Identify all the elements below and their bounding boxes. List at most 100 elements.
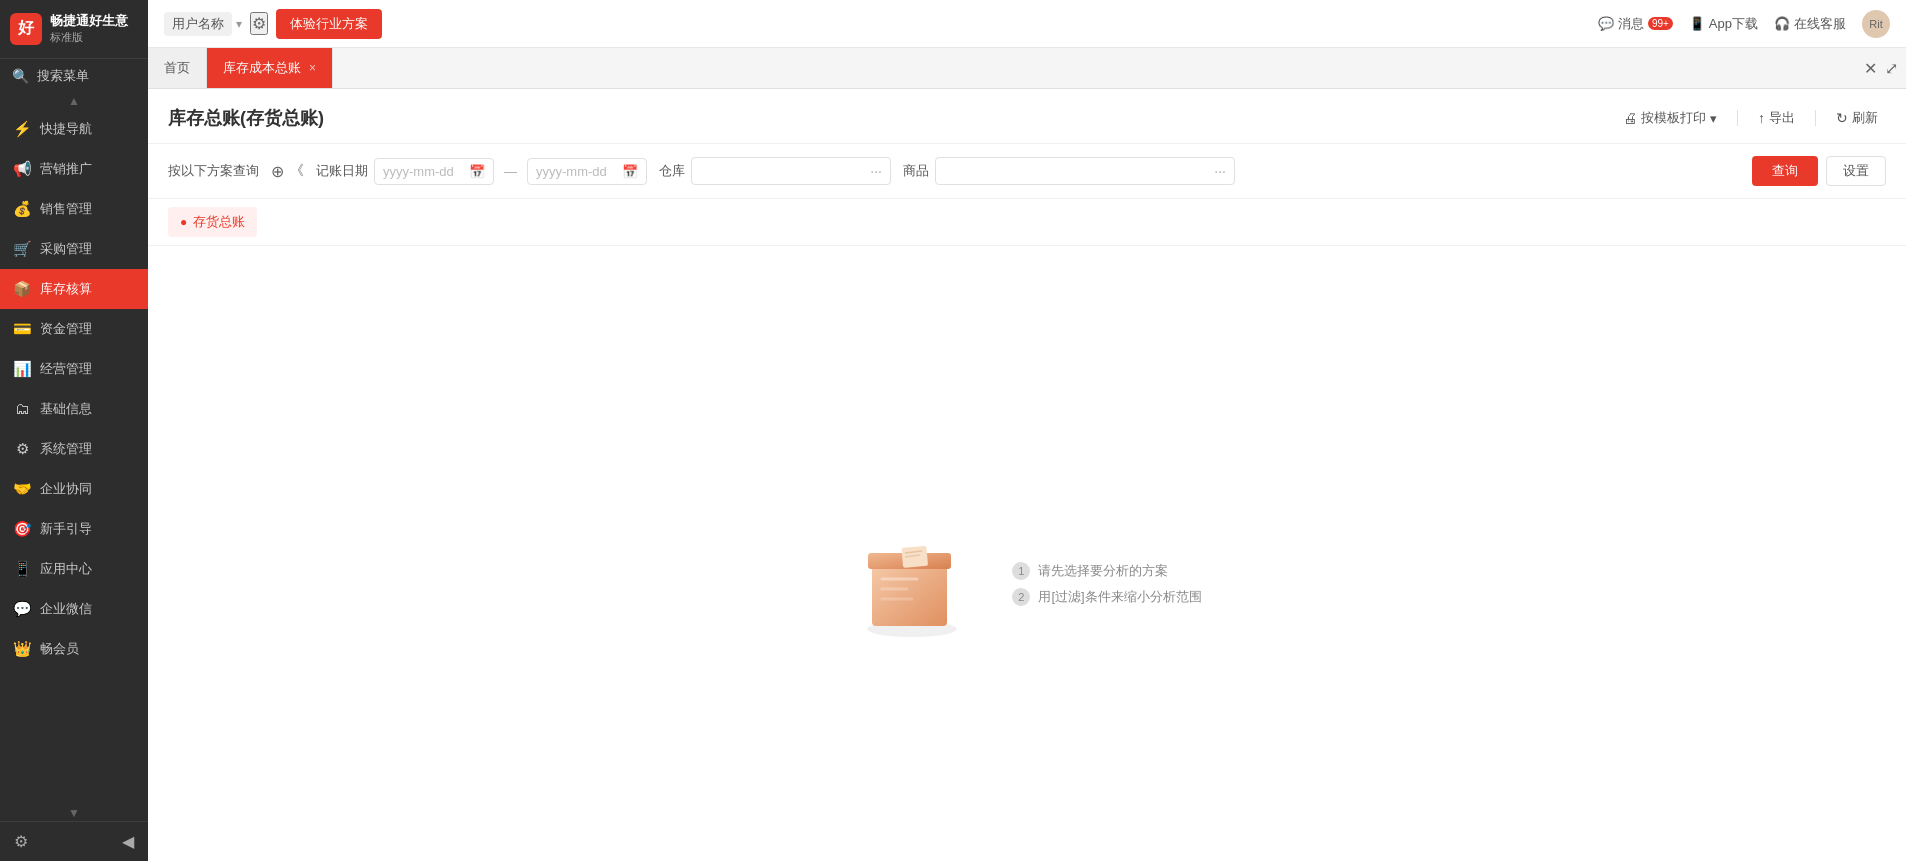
tip-text-2: 用[过滤]条件来缩小分析范围 bbox=[1038, 588, 1201, 606]
sidebar-item-label: 资金管理 bbox=[40, 320, 92, 338]
sidebar-item-label: 新手引导 bbox=[40, 520, 92, 538]
main-area: 用户名称 ▾ ⚙ 体验行业方案 💬 消息 99+ 📱 App下载 🎧 在线客服 … bbox=[148, 0, 1906, 861]
divider bbox=[1737, 110, 1738, 126]
member-icon: 👑 bbox=[12, 640, 32, 658]
svg-rect-1 bbox=[872, 564, 947, 626]
date-field-label: 记账日期 bbox=[316, 162, 368, 180]
export-icon: ↑ bbox=[1758, 110, 1765, 126]
purchase-icon: 🛒 bbox=[12, 240, 32, 258]
print-button[interactable]: 🖨 按模板打印 ▾ bbox=[1615, 105, 1725, 131]
system-icon: ⚙ bbox=[12, 440, 32, 458]
sidebar-nav: ⚡ 快捷导航 📢 营销推广 💰 销售管理 🛒 采购管理 📦 库存核算 💳 资金管… bbox=[0, 109, 148, 805]
operation-icon: 📊 bbox=[12, 360, 32, 378]
goods-more-icon: ··· bbox=[1214, 163, 1226, 179]
breadcrumb: 用户名称 ▾ bbox=[164, 12, 242, 36]
goods-field: 商品 ··· bbox=[903, 157, 1235, 185]
scroll-up-btn[interactable]: ▲ bbox=[68, 95, 80, 107]
sidebar-item-sales[interactable]: 💰 销售管理 bbox=[0, 189, 148, 229]
tab-home-label: 首页 bbox=[164, 59, 190, 77]
avatar[interactable]: Rit bbox=[1862, 10, 1890, 38]
marketing-icon: 📢 bbox=[12, 160, 32, 178]
sidebar-item-marketing[interactable]: 📢 营销推广 bbox=[0, 149, 148, 189]
sidebar-item-label: 应用中心 bbox=[40, 560, 92, 578]
tip-text-1: 请先选择要分析的方案 bbox=[1038, 562, 1168, 580]
empty-state: 1 请先选择要分析的方案 2 用[过滤]条件来缩小分析范围 bbox=[148, 246, 1906, 861]
tab-close-icon[interactable]: × bbox=[309, 61, 316, 75]
breadcrumb-chevron-icon[interactable]: ▾ bbox=[236, 17, 242, 31]
enterprise-icon: 🤝 bbox=[12, 480, 32, 498]
avatar-text: Rit bbox=[1869, 18, 1882, 30]
sidebar-item-base[interactable]: 🗂 基础信息 bbox=[0, 389, 148, 429]
print-label: 按模板打印 bbox=[1641, 109, 1706, 127]
sidebar-item-purchase[interactable]: 🛒 采购管理 bbox=[0, 229, 148, 269]
warehouse-select[interactable]: ··· bbox=[691, 157, 891, 185]
sidebar-item-enterprise[interactable]: 🤝 企业协同 bbox=[0, 469, 148, 509]
print-icon: 🖨 bbox=[1623, 110, 1637, 126]
search-label: 搜索菜单 bbox=[37, 67, 89, 85]
date-start-input[interactable]: yyyy-mm-dd 📅 bbox=[374, 158, 494, 185]
query-button[interactable]: 查询 bbox=[1752, 156, 1818, 186]
calendar-end-icon: 📅 bbox=[622, 164, 638, 179]
sidebar-item-label: 企业协同 bbox=[40, 480, 92, 498]
warehouse-field: 仓库 ··· bbox=[659, 157, 891, 185]
tab-home[interactable]: 首页 bbox=[148, 48, 207, 88]
warehouse-more-icon: ··· bbox=[870, 163, 882, 179]
sidebar-item-member[interactable]: 👑 畅会员 bbox=[0, 629, 148, 669]
filter-buttons: ⊕ 《 bbox=[271, 162, 304, 181]
scroll-down-btn[interactable]: ▼ bbox=[68, 807, 80, 819]
sidebar-item-apps[interactable]: 📱 应用中心 bbox=[0, 549, 148, 589]
sidebar-search[interactable]: 🔍 搜索菜单 bbox=[0, 59, 148, 93]
goods-select[interactable]: ··· bbox=[935, 157, 1235, 185]
fold-icon[interactable]: ◀ bbox=[122, 832, 134, 851]
sidebar-item-label: 企业微信 bbox=[40, 600, 92, 618]
sidebar-item-wechat[interactable]: 💬 企业微信 bbox=[0, 589, 148, 629]
inventory-icon: 📦 bbox=[12, 280, 32, 298]
filter-collapse-button[interactable]: 《 bbox=[290, 162, 304, 180]
sidebar-logo[interactable]: 好 畅捷通好生意 标准版 bbox=[0, 0, 148, 59]
messages-action[interactable]: 💬 消息 99+ bbox=[1598, 15, 1673, 33]
online-service-label: 在线客服 bbox=[1794, 15, 1846, 33]
date-start-placeholder: yyyy-mm-dd bbox=[383, 164, 454, 179]
refresh-icon: ↻ bbox=[1836, 110, 1848, 126]
messages-icon: 💬 bbox=[1598, 16, 1614, 31]
tab-inventory-ledger[interactable]: 库存成本总账 × bbox=[207, 48, 333, 88]
logo-icon: 好 bbox=[10, 13, 42, 45]
close-tab-button[interactable]: ✕ bbox=[1864, 59, 1877, 78]
wechat-icon: 💬 bbox=[12, 600, 32, 618]
sidebar-item-label: 采购管理 bbox=[40, 240, 92, 258]
sidebar-item-label: 营销推广 bbox=[40, 160, 92, 178]
refresh-button[interactable]: ↻ 刷新 bbox=[1828, 105, 1886, 131]
header-settings-button[interactable]: ⚙ bbox=[250, 12, 268, 35]
sidebar-item-operation[interactable]: 📊 经营管理 bbox=[0, 349, 148, 389]
sidebar-item-system[interactable]: ⚙ 系统管理 bbox=[0, 429, 148, 469]
empty-tips: 1 请先选择要分析的方案 2 用[过滤]条件来缩小分析范围 bbox=[1012, 562, 1201, 606]
resize-tab-button[interactable]: ⤢ bbox=[1885, 59, 1898, 78]
settings-button[interactable]: 设置 bbox=[1826, 156, 1886, 186]
empty-svg bbox=[852, 529, 972, 639]
user-tag: 用户名称 bbox=[164, 12, 232, 36]
filter-right-actions: 查询 设置 bbox=[1752, 156, 1886, 186]
empty-content: 1 请先选择要分析的方案 2 用[过滤]条件来缩小分析范围 bbox=[852, 529, 1201, 639]
settings-icon[interactable]: ⚙ bbox=[14, 832, 28, 851]
sub-nav: ● 存货总账 bbox=[148, 199, 1906, 246]
page-title-actions: 🖨 按模板打印 ▾ ↑ 导出 ↻ 刷新 bbox=[1615, 105, 1886, 131]
sub-nav-item-inventory-ledger[interactable]: ● 存货总账 bbox=[168, 207, 257, 237]
sidebar-item-label: 快捷导航 bbox=[40, 120, 92, 138]
industry-solution-button[interactable]: 体验行业方案 bbox=[276, 9, 382, 39]
warehouse-label: 仓库 bbox=[659, 162, 685, 180]
export-button[interactable]: ↑ 导出 bbox=[1750, 105, 1803, 131]
app-download-action[interactable]: 📱 App下载 bbox=[1689, 15, 1758, 33]
print-chevron-icon: ▾ bbox=[1710, 111, 1717, 126]
sales-icon: 💰 bbox=[12, 200, 32, 218]
messages-badge: 99+ bbox=[1648, 17, 1673, 30]
page-content: 库存总账(存货总账) 🖨 按模板打印 ▾ ↑ 导出 ↻ 刷新 bbox=[148, 89, 1906, 861]
sidebar-item-newbie[interactable]: 🎯 新手引导 bbox=[0, 509, 148, 549]
sidebar-item-quick-nav[interactable]: ⚡ 快捷导航 bbox=[0, 109, 148, 149]
online-service-action[interactable]: 🎧 在线客服 bbox=[1774, 15, 1846, 33]
top-header: 用户名称 ▾ ⚙ 体验行业方案 💬 消息 99+ 📱 App下载 🎧 在线客服 … bbox=[148, 0, 1906, 48]
sidebar-item-finance[interactable]: 💳 资金管理 bbox=[0, 309, 148, 349]
date-end-input[interactable]: yyyy-mm-dd 📅 bbox=[527, 158, 647, 185]
sidebar-item-inventory[interactable]: 📦 库存核算 bbox=[0, 269, 148, 309]
filter-add-button[interactable]: ⊕ bbox=[271, 162, 284, 181]
sub-nav-item-label: 存货总账 bbox=[193, 213, 245, 231]
